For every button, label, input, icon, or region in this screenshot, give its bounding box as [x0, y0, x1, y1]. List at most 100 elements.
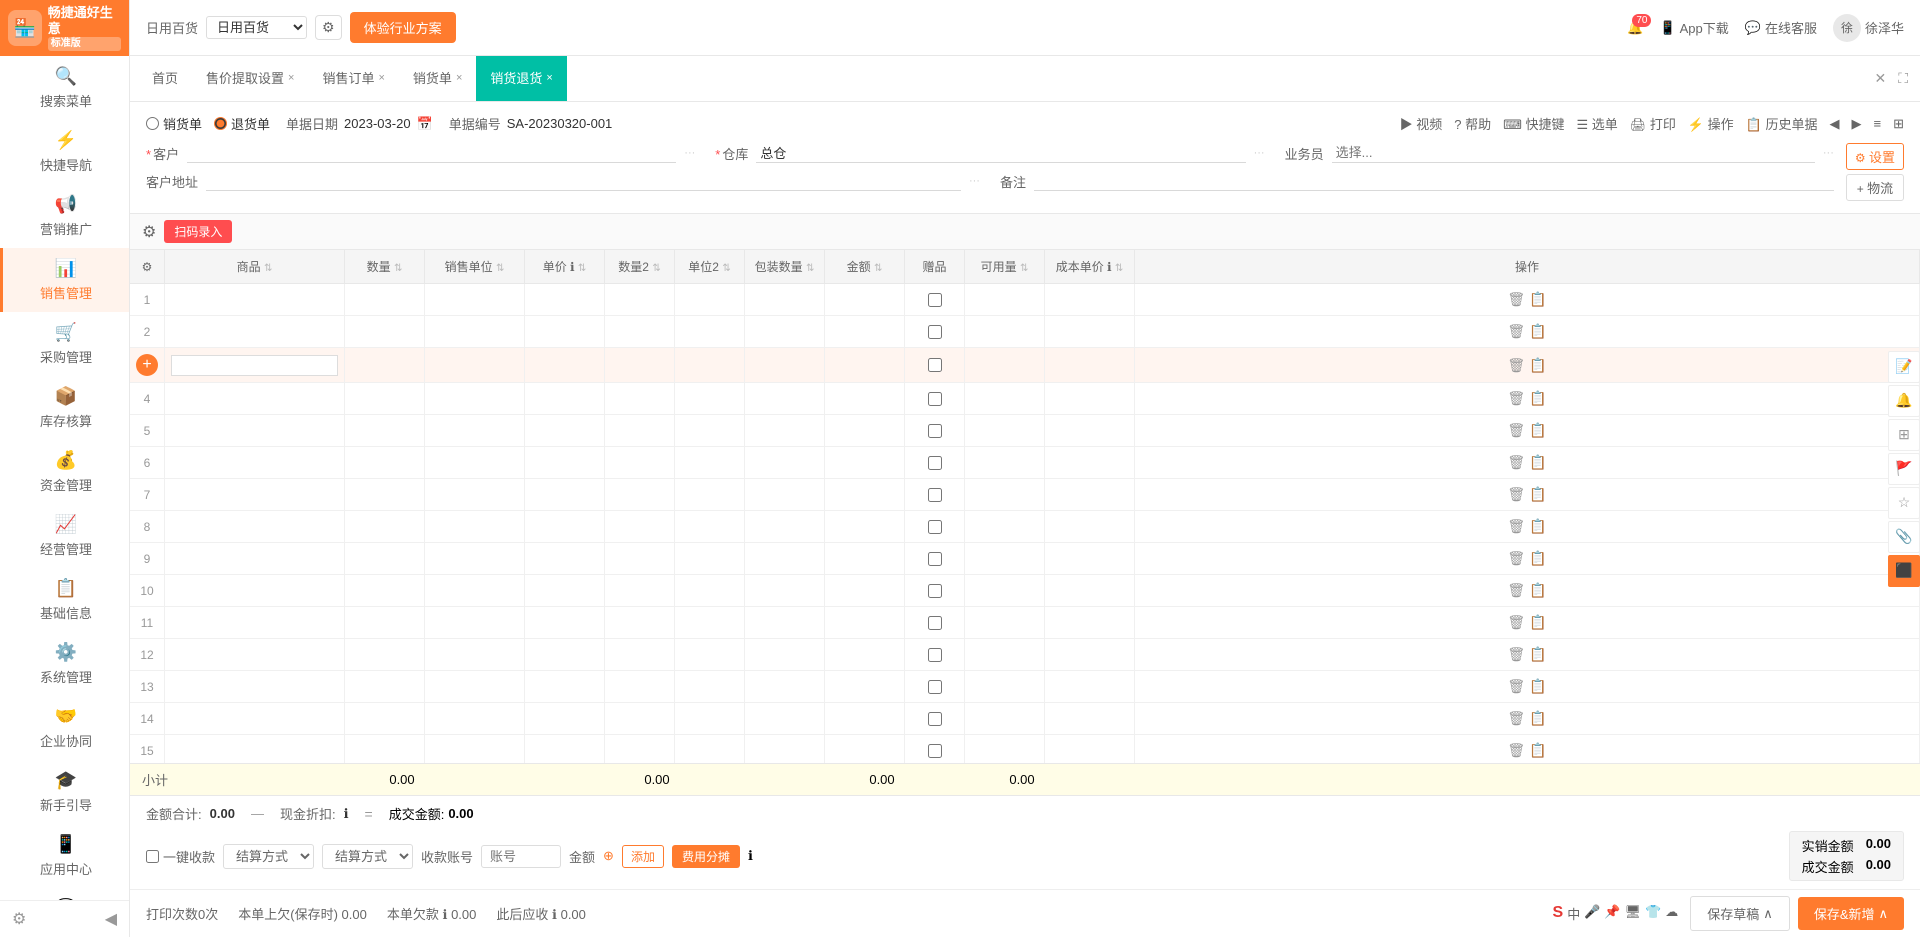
fullscreen-button[interactable]: ⛶	[1894, 66, 1912, 91]
cell-unit2-5[interactable]	[675, 415, 745, 447]
sidebar-item-base-info[interactable]: 📋基础信息	[0, 568, 129, 632]
save-new-button[interactable]: 保存&新增 ∧	[1798, 897, 1904, 930]
cell-pack-qty-10[interactable]	[745, 575, 825, 607]
cell-pack-qty-1[interactable]	[745, 284, 825, 316]
doc-type-sale-radio[interactable]: 销货单	[146, 114, 202, 133]
cell-product-15[interactable]	[165, 735, 345, 764]
cell-sale-unit-1[interactable]	[425, 284, 525, 316]
copy-row-button-7[interactable]: 📋	[1529, 486, 1546, 503]
customer-input[interactable]	[187, 143, 676, 163]
copy-row-button-14[interactable]: 📋	[1529, 710, 1546, 727]
doc-type-return-radio[interactable]: 退货单	[214, 114, 270, 133]
cell-qty2-4[interactable]	[605, 383, 675, 415]
table-gear-icon[interactable]: ⚙	[142, 222, 156, 242]
cell-sale-unit-11[interactable]	[425, 607, 525, 639]
cell-qty-6[interactable]	[345, 447, 425, 479]
cell-sale-unit-9[interactable]	[425, 543, 525, 575]
view-list-btn[interactable]: ≡	[1874, 116, 1882, 131]
cell-pack-qty-8[interactable]	[745, 511, 825, 543]
task3[interactable]: 📌	[1604, 904, 1620, 923]
close-tab-button[interactable]: ✕	[1870, 66, 1890, 91]
cell-qty-14[interactable]	[345, 703, 425, 735]
cell-unit2-7[interactable]	[675, 479, 745, 511]
cell-pack-qty-2[interactable]	[745, 316, 825, 348]
delete-row-button-3[interactable]: 🗑	[1507, 357, 1525, 374]
cell-qty-1[interactable]	[345, 284, 425, 316]
cell-qty-10[interactable]	[345, 575, 425, 607]
cell-pack-qty-4[interactable]	[745, 383, 825, 415]
task1[interactable]: 中	[1567, 904, 1580, 923]
experience-button[interactable]: 体验行业方案	[350, 12, 456, 43]
cell-unit2-2[interactable]	[675, 316, 745, 348]
cell-qty-15[interactable]	[345, 735, 425, 764]
cell-product-14[interactable]	[165, 703, 345, 735]
rsi-screen[interactable]: ⬛	[1888, 555, 1920, 587]
delete-row-button-8[interactable]: 🗑	[1507, 518, 1525, 535]
delete-row-button-4[interactable]: 🗑	[1507, 390, 1525, 407]
cell-unit-price-1[interactable]	[525, 284, 605, 316]
cell-unit-price-12[interactable]	[525, 639, 605, 671]
copy-row-button-6[interactable]: 📋	[1529, 454, 1546, 471]
cell-amount-3[interactable]	[825, 348, 905, 383]
user-profile[interactable]: 徐 徐泽华	[1833, 14, 1904, 42]
gift-checkbox-14[interactable]	[928, 712, 942, 726]
cell-qty2-2[interactable]	[605, 316, 675, 348]
cell-product-8[interactable]	[165, 511, 345, 543]
cell-available-6[interactable]	[965, 447, 1045, 479]
cell-unit2-12[interactable]	[675, 639, 745, 671]
sidebar-item-wechat[interactable]: 💬企业微信	[0, 888, 129, 900]
gift-checkbox-15[interactable]	[928, 744, 942, 758]
cell-amount-6[interactable]	[825, 447, 905, 479]
cell-sale-unit-7[interactable]	[425, 479, 525, 511]
tab-close-icon[interactable]: ×	[456, 72, 462, 84]
sidebar-item-inventory[interactable]: 📦库存核算	[0, 376, 129, 440]
sidebar-item-finance[interactable]: 💰资金管理	[0, 440, 129, 504]
delete-row-button-12[interactable]: 🗑	[1507, 646, 1525, 663]
delete-row-button-2[interactable]: 🗑	[1507, 323, 1525, 340]
cell-qty-11[interactable]	[345, 607, 425, 639]
online-service-link[interactable]: 💬 在线客服	[1745, 18, 1817, 37]
cell-available-13[interactable]	[965, 671, 1045, 703]
delete-row-button-7[interactable]: 🗑	[1507, 486, 1525, 503]
header-gear-button[interactable]: ⚙	[315, 15, 342, 40]
shortcut-btn[interactable]: ⌨ 快捷键	[1503, 114, 1564, 133]
salesperson-dots[interactable]: ···	[1823, 147, 1834, 159]
cell-available-14[interactable]	[965, 703, 1045, 735]
delete-row-button-11[interactable]: 🗑	[1507, 614, 1525, 631]
rsi-star[interactable]: ☆	[1888, 487, 1920, 519]
tab-销售订单[interactable]: 销售订单×	[308, 56, 398, 101]
gift-checkbox-8[interactable]	[928, 520, 942, 534]
rsi-grid[interactable]: ⊞	[1888, 419, 1920, 451]
cell-unit-price-14[interactable]	[525, 703, 605, 735]
cell-unit2-4[interactable]	[675, 383, 745, 415]
cell-amount-12[interactable]	[825, 639, 905, 671]
task5[interactable]: 👕	[1645, 904, 1661, 923]
cell-product-7[interactable]	[165, 479, 345, 511]
cell-available-7[interactable]	[965, 479, 1045, 511]
gift-checkbox-1[interactable]	[928, 293, 942, 307]
operation-btn[interactable]: ⚡ 操作	[1688, 114, 1734, 133]
cell-amount-14[interactable]	[825, 703, 905, 735]
delete-row-button-1[interactable]: 🗑	[1507, 291, 1525, 308]
gift-checkbox-7[interactable]	[928, 488, 942, 502]
cell-unit2-13[interactable]	[675, 671, 745, 703]
copy-row-button-9[interactable]: 📋	[1529, 550, 1546, 567]
cell-amount-10[interactable]	[825, 575, 905, 607]
warehouse-dots[interactable]: ···	[1254, 147, 1265, 159]
warehouse-input[interactable]	[756, 143, 1245, 163]
cell-product-6[interactable]	[165, 447, 345, 479]
gift-checkbox-10[interactable]	[928, 584, 942, 598]
cell-unit-price-4[interactable]	[525, 383, 605, 415]
sidebar-collapse-icon[interactable]: ◀	[105, 909, 117, 929]
cell-available-10[interactable]	[965, 575, 1045, 607]
cell-amount-8[interactable]	[825, 511, 905, 543]
add-row-inline-button[interactable]: 添加	[622, 845, 664, 868]
cell-cost-unit-9[interactable]	[1045, 543, 1135, 575]
cell-unit-price-13[interactable]	[525, 671, 605, 703]
help-btn[interactable]: ? 帮助	[1454, 114, 1491, 133]
sidebar-gear-icon[interactable]: ⚙	[12, 909, 26, 929]
cell-pack-qty-7[interactable]	[745, 479, 825, 511]
cell-cost-unit-14[interactable]	[1045, 703, 1135, 735]
cell-product-4[interactable]	[165, 383, 345, 415]
copy-row-button-15[interactable]: 📋	[1529, 742, 1546, 759]
